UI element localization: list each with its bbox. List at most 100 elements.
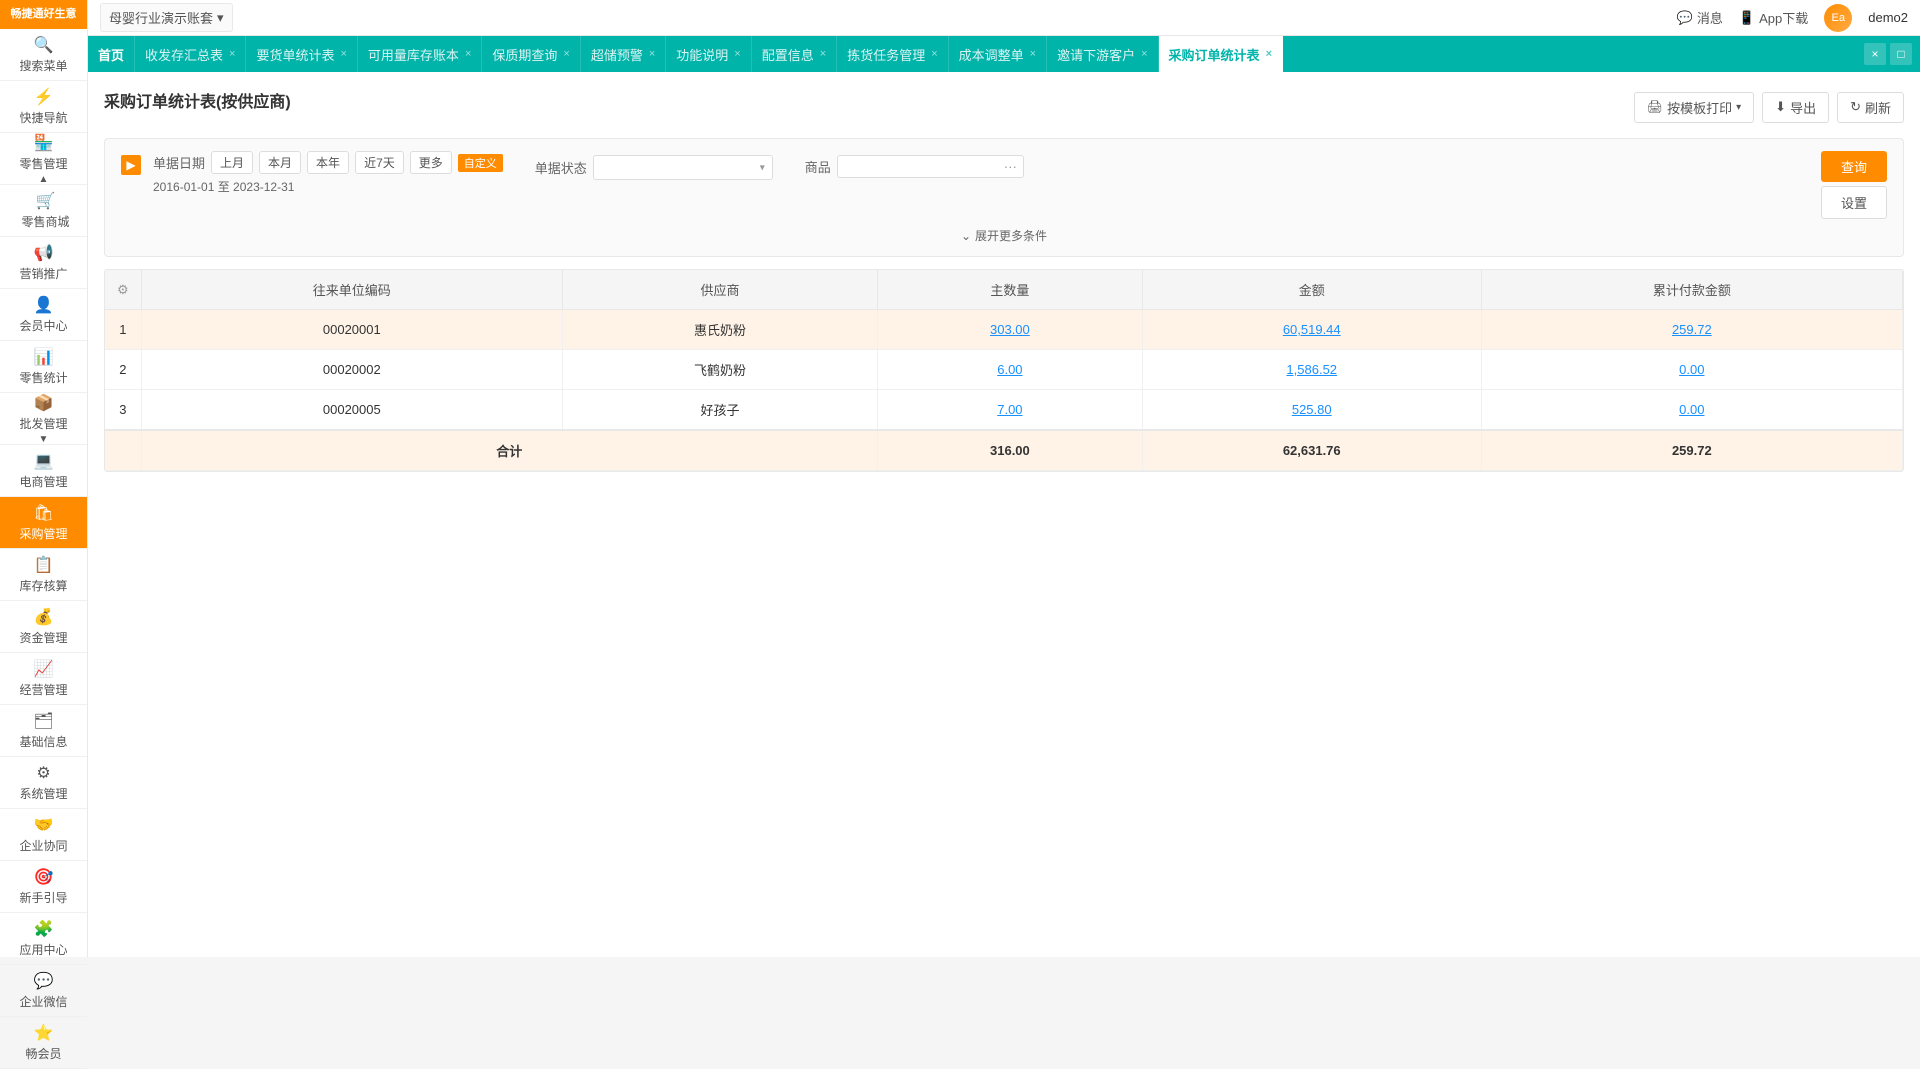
tab-purchase-summary[interactable]: 采购订单统计表 × bbox=[1159, 36, 1283, 72]
row-paid[interactable]: 0.00 bbox=[1481, 350, 1902, 390]
sidebar-item-base[interactable]: 🗂 基础信息 bbox=[0, 705, 87, 757]
row-amount[interactable]: 525.80 bbox=[1142, 390, 1481, 431]
goods-filter-label: 商品 bbox=[805, 157, 831, 176]
refresh-btn[interactable]: ↻ 刷新 bbox=[1837, 92, 1904, 123]
row-qty[interactable]: 303.00 bbox=[877, 310, 1142, 350]
sidebar-item-purchase[interactable]: 🛍 采购管理 bbox=[0, 497, 87, 549]
sidebar-item-retail-stat[interactable]: 📊 零售统计 bbox=[0, 341, 87, 393]
tab-warranty[interactable]: 保质期查询 × bbox=[482, 36, 580, 72]
export-btn[interactable]: ⬇ 导出 bbox=[1762, 92, 1829, 123]
sidebar-item-search[interactable]: 🔍 搜索菜单 bbox=[0, 29, 87, 81]
message-icon: 💬 bbox=[1677, 10, 1693, 26]
tab-function[interactable]: 功能说明 × bbox=[666, 36, 751, 72]
apps-icon: 🧩 bbox=[34, 919, 54, 939]
tab-available-stock[interactable]: 可用量库存账本 × bbox=[358, 36, 482, 72]
account-dropdown[interactable]: 母婴行业演示账套 ▾ bbox=[100, 3, 233, 32]
sidebar-item-retail[interactable]: 🏪 零售管理 ▲ bbox=[0, 133, 87, 185]
date-btn-this-month[interactable]: 本月 bbox=[259, 151, 301, 174]
newbie-icon: 🎯 bbox=[34, 867, 54, 887]
close-tab-btn[interactable]: × bbox=[1864, 43, 1886, 65]
sidebar-item-newbie[interactable]: 🎯 新手引导 bbox=[0, 861, 87, 913]
table-row[interactable]: 2 00020002 飞鹤奶粉 6.00 1,586.52 0.00 bbox=[105, 350, 1903, 390]
tab-invite[interactable]: 邀请下游客户 × bbox=[1047, 36, 1158, 72]
sidebar-system-label: 系统管理 bbox=[19, 785, 67, 802]
table-row[interactable]: 1 00020001 惠氏奶粉 303.00 60,519.44 259.72 bbox=[105, 310, 1903, 350]
sidebar-item-stock[interactable]: 📋 库存核算 bbox=[0, 549, 87, 601]
sidebar-base-label: 基础信息 bbox=[19, 733, 67, 750]
avatar[interactable]: Ea bbox=[1824, 4, 1852, 32]
th-supplier: 供应商 bbox=[562, 270, 877, 310]
date-btn-last-month[interactable]: 上月 bbox=[211, 151, 253, 174]
tab-order-summary[interactable]: 要货单统计表 × bbox=[246, 36, 357, 72]
settings-button[interactable]: 设置 bbox=[1821, 186, 1887, 219]
close-icon[interactable]: × bbox=[340, 48, 346, 60]
date-btn-this-year[interactable]: 本年 bbox=[307, 151, 349, 174]
row-amount[interactable]: 60,519.44 bbox=[1142, 310, 1481, 350]
date-btn-7days[interactable]: 近7天 bbox=[355, 151, 404, 174]
close-icon[interactable]: × bbox=[931, 48, 937, 60]
expand-more-btn[interactable]: ⌄ 展开更多条件 bbox=[121, 227, 1887, 244]
row-paid[interactable]: 259.72 bbox=[1481, 310, 1902, 350]
sidebar-item-system[interactable]: ⚙ 系统管理 bbox=[0, 757, 87, 809]
row-no: 3 bbox=[105, 390, 141, 431]
sidebar-item-member[interactable]: 👤 会员中心 bbox=[0, 289, 87, 341]
close-icon[interactable]: × bbox=[1141, 48, 1147, 60]
sidebar-item-member2[interactable]: ⭐ 畅会员 bbox=[0, 1017, 87, 1069]
row-no: 2 bbox=[105, 350, 141, 390]
sidebar-item-ecommerce[interactable]: 💻 电商管理 bbox=[0, 445, 87, 497]
tab-stock-task[interactable]: 拣货任务管理 × bbox=[837, 36, 948, 72]
tab-order-summary-label: 要货单统计表 bbox=[256, 45, 334, 64]
close-icon[interactable]: × bbox=[1030, 48, 1036, 60]
gear-icon[interactable]: ⚙ bbox=[117, 282, 129, 297]
tab-home[interactable]: 首页 bbox=[88, 36, 135, 72]
sidebar-item-operation[interactable]: 📈 经营管理 bbox=[0, 653, 87, 705]
enterprise-icon: 🤝 bbox=[34, 815, 54, 835]
sidebar-item-marketing[interactable]: 📢 营销推广 bbox=[0, 237, 87, 289]
ecommerce-icon: 💻 bbox=[34, 451, 54, 471]
row-paid[interactable]: 0.00 bbox=[1481, 390, 1902, 431]
close-icon[interactable]: × bbox=[465, 48, 471, 60]
row-amount[interactable]: 1,586.52 bbox=[1142, 350, 1481, 390]
close-icon[interactable]: × bbox=[820, 48, 826, 60]
sidebar-item-finance[interactable]: 💰 资金管理 bbox=[0, 601, 87, 653]
row-code: 00020001 bbox=[141, 310, 562, 350]
close-icon[interactable]: × bbox=[1266, 48, 1272, 60]
tab-overstock[interactable]: 超储预警 × bbox=[581, 36, 666, 72]
sidebar-item-quicknav[interactable]: ⚡ 快捷导航 bbox=[0, 81, 87, 133]
base-icon: 🗂 bbox=[33, 711, 53, 731]
close-icon[interactable]: × bbox=[229, 48, 235, 60]
print-btn[interactable]: 🖨 按模板打印 ▾ bbox=[1634, 92, 1755, 123]
app-download-btn[interactable]: 📱 App下载 bbox=[1739, 8, 1808, 27]
sidebar-item-enterprise[interactable]: 🤝 企业协同 bbox=[0, 809, 87, 861]
page-content: 采购订单统计表(按供应商) 🖨 按模板打印 ▾ ⬇ 导出 ↻ 刷新 bbox=[88, 72, 1920, 957]
message-btn[interactable]: 💬 消息 bbox=[1677, 8, 1723, 27]
export-label: 导出 bbox=[1790, 98, 1816, 117]
close-icon[interactable]: × bbox=[734, 48, 740, 60]
tab-cost-adjust[interactable]: 成本调整单 × bbox=[949, 36, 1047, 72]
close-icon[interactable]: × bbox=[649, 48, 655, 60]
sidebar-purchase-label: 采购管理 bbox=[19, 525, 67, 542]
username: demo2 bbox=[1868, 10, 1908, 25]
tab-invite-label: 邀请下游客户 bbox=[1057, 45, 1135, 64]
tab-config[interactable]: 配置信息 × bbox=[752, 36, 837, 72]
row-qty[interactable]: 7.00 bbox=[877, 390, 1142, 431]
close-icon[interactable]: × bbox=[563, 48, 569, 60]
message-label: 消息 bbox=[1697, 8, 1723, 27]
sidebar-item-apps[interactable]: 🧩 应用中心 bbox=[0, 913, 87, 965]
page-title: 采购订单统计表(按供应商) bbox=[104, 88, 291, 112]
goods-input[interactable] bbox=[844, 159, 1004, 174]
tab-receive-label: 收发存汇总表 bbox=[145, 45, 223, 64]
status-select[interactable] bbox=[593, 155, 773, 180]
goods-more-icon[interactable]: ··· bbox=[1004, 159, 1017, 174]
tab-receive[interactable]: 收发存汇总表 × bbox=[135, 36, 246, 72]
date-btn-more[interactable]: 更多 bbox=[410, 151, 452, 174]
table-row[interactable]: 3 00020005 好孩子 7.00 525.80 0.00 bbox=[105, 390, 1903, 431]
query-button[interactable]: 查询 bbox=[1821, 151, 1887, 182]
sidebar-item-wechat[interactable]: 💬 企业微信 bbox=[0, 965, 87, 1017]
logo-text: 畅捷通好生意 bbox=[11, 8, 77, 21]
restore-btn[interactable]: □ bbox=[1890, 43, 1912, 65]
sidebar-item-batch[interactable]: 📦 批发管理 ▼ bbox=[0, 393, 87, 445]
sidebar-item-retail-mall[interactable]: 🛒 零售商城 bbox=[0, 185, 87, 237]
row-qty[interactable]: 6.00 bbox=[877, 350, 1142, 390]
filter-expand-arrow[interactable]: ▶ bbox=[121, 155, 141, 175]
